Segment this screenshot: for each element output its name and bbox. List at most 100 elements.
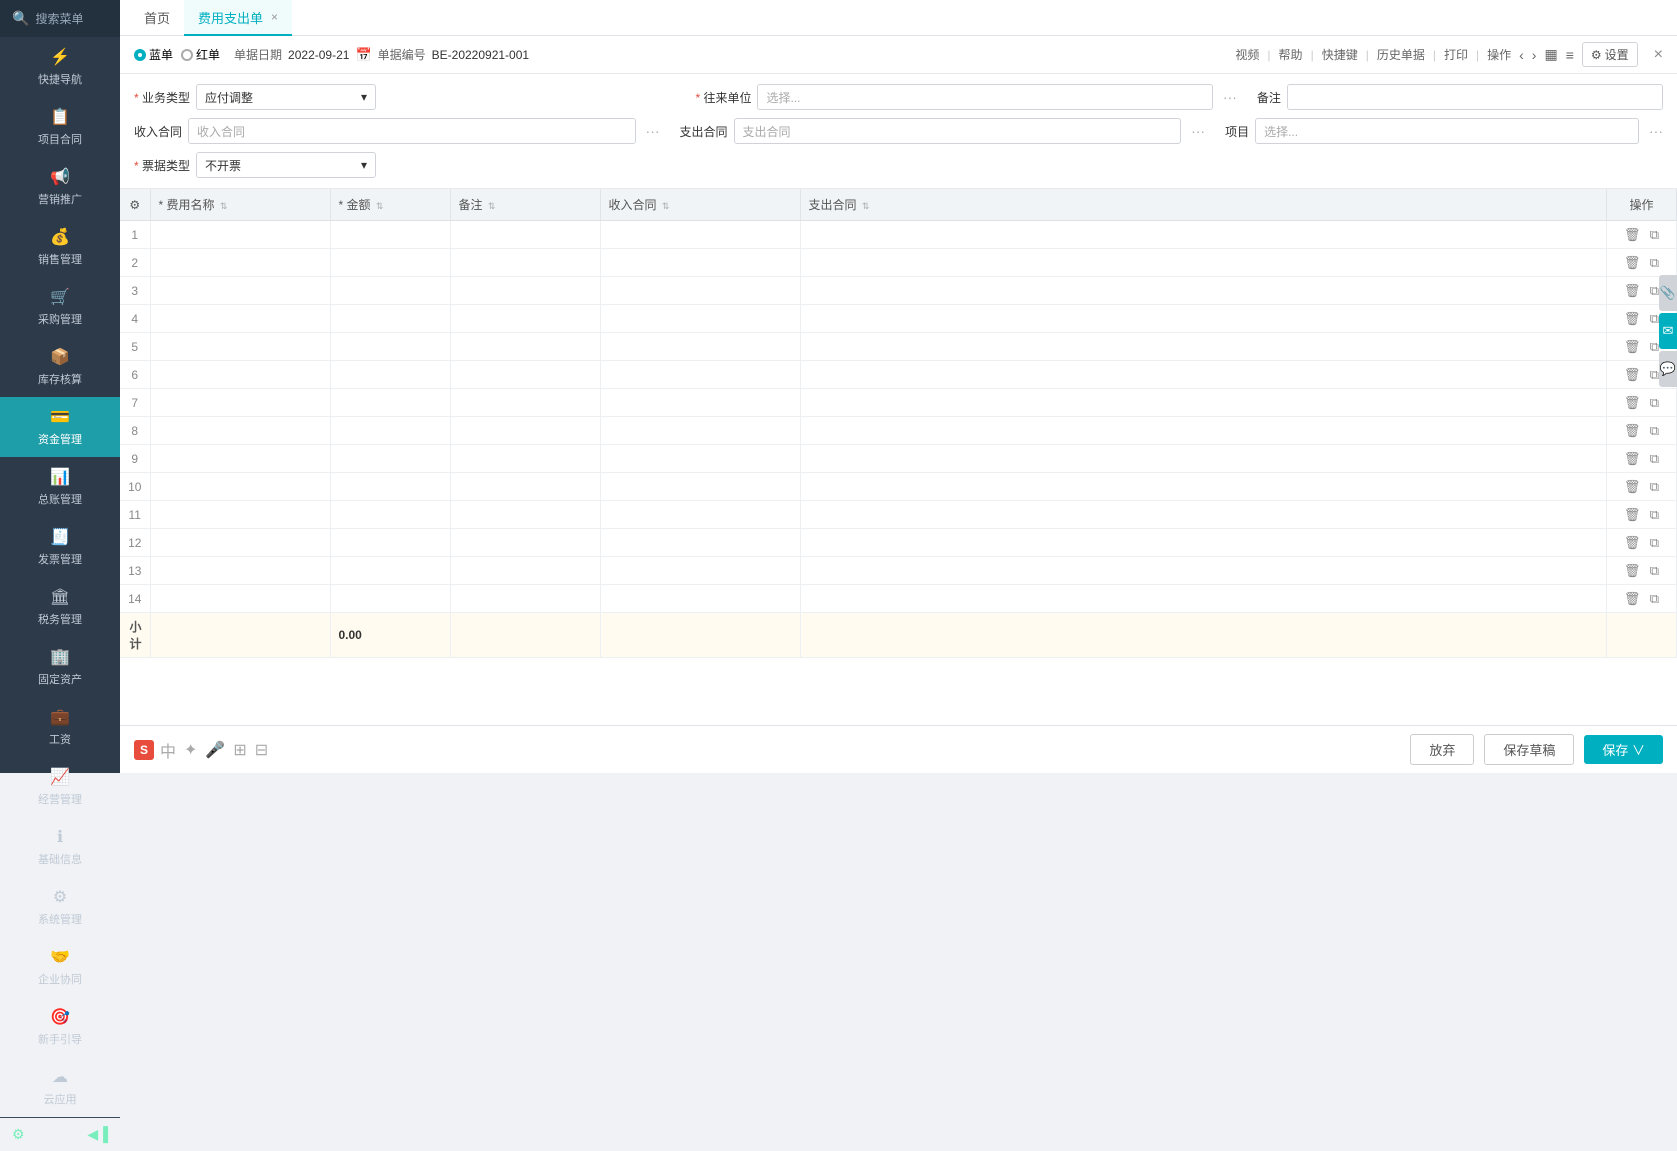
cell-income-contract-14[interactable] [600, 585, 800, 613]
copy-icon-8[interactable]: ⧉ [1647, 423, 1662, 438]
cell-amount-12[interactable] [330, 529, 450, 557]
cell-income-contract-9[interactable] [600, 445, 800, 473]
cell-expense-name-11[interactable] [150, 501, 330, 529]
toolbar-video[interactable]: 视频 [1235, 46, 1259, 63]
sidebar-item-tax[interactable]: 🏛 税务管理 [0, 577, 120, 637]
cell-remark-8[interactable] [450, 417, 600, 445]
cell-expense-name-12[interactable] [150, 529, 330, 557]
cell-expense-name-5[interactable] [150, 333, 330, 361]
copy-icon-13[interactable]: ⧉ [1647, 563, 1662, 578]
cell-expense-name-4[interactable] [150, 305, 330, 333]
cell-expense-name-6[interactable] [150, 361, 330, 389]
delete-icon-11[interactable]: 🗑 [1621, 507, 1644, 522]
close-button[interactable]: × [1654, 46, 1663, 64]
cell-remark-6[interactable] [450, 361, 600, 389]
sidebar-item-inventory[interactable]: 📦 库存核算 [0, 337, 120, 397]
toolbar-shortcuts[interactable]: 快捷键 [1322, 46, 1358, 63]
sidebar-item-basic-info[interactable]: ℹ 基础信息 [0, 817, 120, 877]
sidebar-item-salary[interactable]: 💼 工资 [0, 697, 120, 757]
tool-cn[interactable]: 中 [160, 738, 176, 762]
invoice-type-select[interactable]: 不开票 ▾ [196, 152, 376, 178]
cell-remark-2[interactable] [450, 249, 600, 277]
calendar-icon[interactable]: 📅 [355, 47, 371, 63]
cell-expense-contract-3[interactable] [800, 277, 1607, 305]
cell-remark-10[interactable] [450, 473, 600, 501]
cell-remark-7[interactable] [450, 389, 600, 417]
sidebar-item-enterprise[interactable]: 🤝 企业协同 [0, 937, 120, 997]
toolbar-operations[interactable]: 操作 [1487, 46, 1511, 63]
cell-income-contract-1[interactable] [600, 221, 800, 249]
cell-amount-9[interactable] [330, 445, 450, 473]
cell-amount-3[interactable] [330, 277, 450, 305]
toolbar-help[interactable]: 帮助 [1279, 46, 1303, 63]
cell-amount-8[interactable] [330, 417, 450, 445]
cell-expense-contract-12[interactable] [800, 529, 1607, 557]
tool-grid1[interactable]: ⊞ [233, 740, 246, 760]
col-header-remark[interactable]: 备注 ⇅ [450, 189, 600, 221]
sidebar-item-capital[interactable]: 💳 资金管理 [0, 397, 120, 457]
cell-income-contract-11[interactable] [600, 501, 800, 529]
toolbar-grid[interactable]: ▦ [1544, 46, 1557, 63]
cell-expense-contract-13[interactable] [800, 557, 1607, 585]
col-header-income-contract[interactable]: 收入合同 ⇅ [600, 189, 800, 221]
delete-icon-13[interactable]: 🗑 [1621, 563, 1644, 578]
cell-expense-contract-7[interactable] [800, 389, 1607, 417]
sidebar-item-operations[interactable]: 📈 经营管理 [0, 757, 120, 817]
cell-expense-name-13[interactable] [150, 557, 330, 585]
business-type-select[interactable]: 应付调整 ▾ [196, 84, 376, 110]
tab-close-expense[interactable]: × [271, 10, 278, 24]
sidebar-item-invoice[interactable]: 🧾 发票管理 [0, 517, 120, 577]
cell-amount-5[interactable] [330, 333, 450, 361]
sidebar-item-system[interactable]: ⚙ 系统管理 [0, 877, 120, 937]
project-select[interactable]: 选择... [1255, 118, 1639, 144]
delete-icon-1[interactable]: 🗑 [1621, 227, 1644, 242]
copy-icon-7[interactable]: ⧉ [1647, 395, 1662, 410]
cell-remark-13[interactable] [450, 557, 600, 585]
cell-amount-1[interactable] [330, 221, 450, 249]
cell-expense-name-7[interactable] [150, 389, 330, 417]
sidebar-item-assets[interactable]: 🏢 固定资产 [0, 637, 120, 697]
cell-remark-1[interactable] [450, 221, 600, 249]
delete-icon-9[interactable]: 🗑 [1621, 451, 1644, 466]
toolbar-print[interactable]: 打印 [1444, 46, 1468, 63]
cell-expense-name-10[interactable] [150, 473, 330, 501]
cell-expense-name-14[interactable] [150, 585, 330, 613]
cell-remark-9[interactable] [450, 445, 600, 473]
cell-expense-contract-2[interactable] [800, 249, 1607, 277]
sidebar-item-project-contract[interactable]: 📋 项目合同 [0, 97, 120, 157]
delete-icon-12[interactable]: 🗑 [1621, 535, 1644, 550]
sidebar-item-guide[interactable]: 🎯 新手引导 [0, 997, 120, 1057]
delete-icon-14[interactable]: 🗑 [1621, 591, 1644, 606]
cell-income-contract-13[interactable] [600, 557, 800, 585]
delete-icon-8[interactable]: 🗑 [1621, 423, 1644, 438]
cell-expense-name-3[interactable] [150, 277, 330, 305]
cell-expense-contract-11[interactable] [800, 501, 1607, 529]
cell-expense-contract-9[interactable] [800, 445, 1607, 473]
radio-red[interactable]: 红单 [181, 46, 220, 63]
delete-icon-7[interactable]: 🗑 [1621, 395, 1644, 410]
cell-amount-11[interactable] [330, 501, 450, 529]
cell-amount-14[interactable] [330, 585, 450, 613]
expense-contract-more[interactable]: ··· [1191, 123, 1205, 139]
cell-remark-5[interactable] [450, 333, 600, 361]
cell-income-contract-10[interactable] [600, 473, 800, 501]
partner-select[interactable]: 选择... [757, 84, 1212, 110]
copy-icon-2[interactable]: ⧉ [1647, 255, 1662, 270]
right-tab-message[interactable]: ✉ [1659, 313, 1677, 349]
save-draft-button[interactable]: 保存草稿 [1484, 734, 1574, 765]
cell-expense-contract-8[interactable] [800, 417, 1607, 445]
cell-amount-4[interactable] [330, 305, 450, 333]
save-button[interactable]: 保存 ∨ [1584, 735, 1663, 764]
copy-icon-14[interactable]: ⧉ [1647, 591, 1662, 606]
col-header-amount[interactable]: * 金额 ⇅ [330, 189, 450, 221]
toolbar-history[interactable]: 历史单据 [1377, 46, 1425, 63]
right-tab-attachment[interactable]: 📎 [1659, 275, 1677, 311]
cell-remark-12[interactable] [450, 529, 600, 557]
sidebar-item-sales[interactable]: 💰 销售管理 [0, 217, 120, 277]
partner-more[interactable]: ··· [1223, 89, 1237, 105]
cell-amount-6[interactable] [330, 361, 450, 389]
cell-expense-name-8[interactable] [150, 417, 330, 445]
expense-contract-select[interactable]: 支出合同 [734, 118, 1182, 144]
settings-button[interactable]: ⚙ 设置 [1582, 42, 1638, 67]
sidebar-item-quick-nav[interactable]: ⚡ 快捷导航 [0, 37, 120, 97]
